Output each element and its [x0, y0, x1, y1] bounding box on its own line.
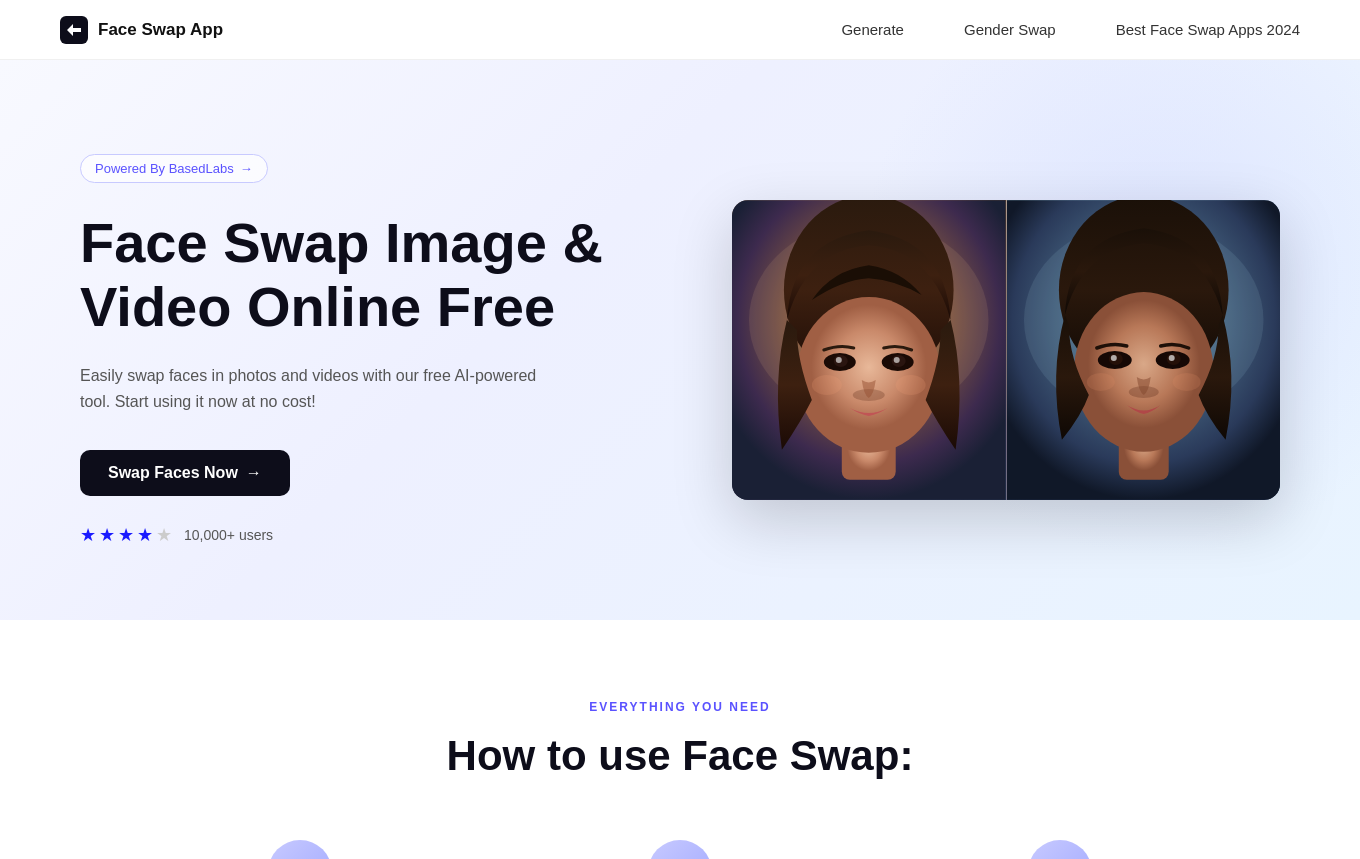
step-3: 3. Download Result	[920, 840, 1200, 859]
svg-point-14	[896, 375, 926, 395]
svg-point-28	[1172, 373, 1200, 391]
step-2-circle: 2.	[648, 840, 712, 859]
main-nav: Generate Gender Swap Best Face Swap Apps…	[841, 21, 1300, 38]
svg-point-13	[812, 375, 842, 395]
hero-right	[620, 200, 1280, 500]
nav-generate[interactable]: Generate	[841, 21, 904, 38]
badge-arrow: →	[240, 161, 253, 176]
hero-subtitle: Easily swap faces in photos and videos w…	[80, 363, 540, 414]
svg-point-12	[894, 357, 900, 363]
badge-text: Powered By BasedLabs	[95, 161, 234, 176]
svg-point-27	[1086, 373, 1114, 391]
star-4: ★	[137, 524, 153, 546]
step-1: 1. Upload Photo	[160, 840, 440, 859]
star-3: ★	[118, 524, 134, 546]
step-3-circle: 3.	[1028, 840, 1092, 859]
star-2: ★	[99, 524, 115, 546]
section-title: How to use Face Swap:	[60, 732, 1300, 780]
steps-row: 1. Upload Photo 2. Swap Faces 3. Downloa…	[60, 840, 1300, 859]
logo-icon	[60, 16, 88, 44]
svg-point-11	[836, 357, 842, 363]
step-2: 2. Swap Faces	[540, 840, 820, 859]
cta-arrow: →	[246, 464, 262, 482]
logo-text: Face Swap App	[98, 20, 223, 40]
svg-point-26	[1168, 355, 1174, 361]
star-1: ★	[80, 524, 96, 546]
step-1-circle: 1.	[268, 840, 332, 859]
cta-label: Swap Faces Now	[108, 464, 238, 482]
section-label: EVERYTHING YOU NEED	[60, 700, 1300, 714]
powered-badge[interactable]: Powered By BasedLabs →	[80, 154, 268, 183]
hero-section: Powered By BasedLabs → Face Swap Image &…	[0, 60, 1360, 620]
hero-title: Face Swap Image & Video Online Free	[80, 211, 620, 340]
hero-left: Powered By BasedLabs → Face Swap Image &…	[80, 154, 620, 547]
svg-point-5	[797, 297, 941, 453]
svg-point-25	[1110, 355, 1116, 361]
face-swapped	[1007, 200, 1281, 500]
how-to-section: EVERYTHING YOU NEED How to use Face Swap…	[0, 620, 1360, 859]
rating-row: ★ ★ ★ ★ ★ 10,000+ users	[80, 524, 620, 546]
svg-point-19	[1073, 292, 1213, 452]
nav-gender-swap[interactable]: Gender Swap	[964, 21, 1056, 38]
rating-count: 10,000+ users	[184, 527, 273, 543]
face-swap-preview	[732, 200, 1280, 500]
star-5: ★	[156, 524, 172, 546]
star-rating: ★ ★ ★ ★ ★	[80, 524, 172, 546]
cta-button[interactable]: Swap Faces Now →	[80, 450, 290, 496]
nav-best-apps[interactable]: Best Face Swap Apps 2024	[1116, 21, 1300, 38]
face-original	[732, 200, 1007, 500]
logo[interactable]: Face Swap App	[60, 16, 223, 44]
